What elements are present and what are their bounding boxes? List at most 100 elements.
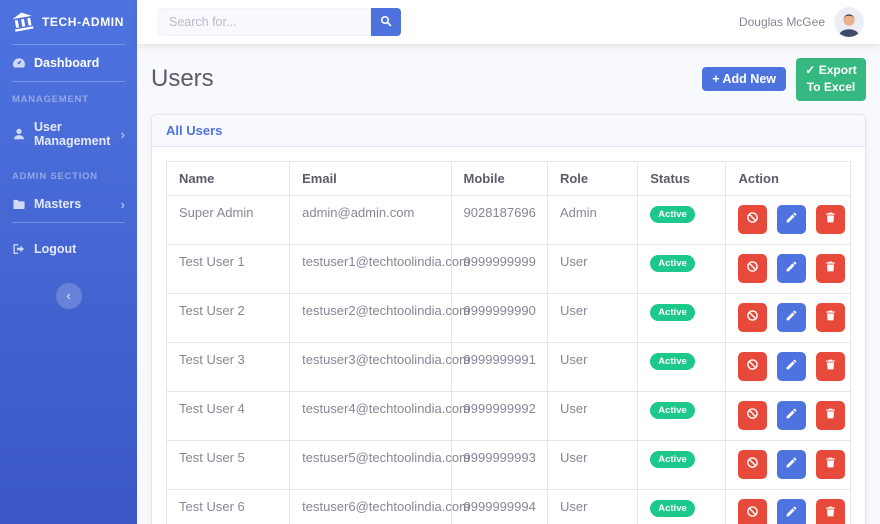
edit-user-button[interactable] bbox=[777, 253, 807, 283]
delete-user-button[interactable] bbox=[815, 449, 845, 479]
col-header-action: Action bbox=[725, 160, 851, 196]
cell-action bbox=[725, 194, 851, 245]
edit-user-button[interactable] bbox=[777, 302, 807, 332]
sidebar-item-dashboard[interactable]: Dashboard bbox=[0, 45, 137, 81]
ban-icon bbox=[746, 309, 759, 325]
cell-name: Test User 2 bbox=[165, 292, 291, 343]
cell-action bbox=[725, 488, 851, 524]
cell-status: Active bbox=[637, 390, 727, 441]
sidebar-item-label: Masters bbox=[34, 197, 82, 211]
chevron-right-icon: › bbox=[120, 126, 125, 142]
block-user-button[interactable] bbox=[738, 204, 768, 234]
trash-icon bbox=[824, 505, 837, 521]
cell-mobile: 9999999999 bbox=[450, 243, 548, 294]
cell-email: testuser4@techtoolindia.com bbox=[289, 390, 470, 441]
tachometer-icon bbox=[12, 56, 26, 70]
sidebar-item-logout[interactable]: Logout bbox=[0, 231, 137, 267]
brand[interactable]: TECH-ADMIN bbox=[0, 0, 137, 44]
delete-user-button[interactable] bbox=[815, 351, 845, 381]
sidebar-item-label: User Management bbox=[34, 120, 111, 148]
cell-mobile: 9999999993 bbox=[450, 439, 548, 490]
search-input[interactable] bbox=[158, 8, 371, 36]
pencil-icon bbox=[785, 260, 798, 276]
search-icon bbox=[380, 15, 392, 30]
ban-icon bbox=[746, 456, 759, 472]
table-row: Test User 1 testuser1@techtoolindia.com … bbox=[165, 243, 851, 294]
delete-user-button[interactable] bbox=[815, 204, 845, 234]
search-button[interactable] bbox=[371, 8, 401, 36]
sidebar-item-masters[interactable]: Masters › bbox=[0, 186, 137, 222]
folder-icon bbox=[12, 197, 26, 211]
edit-user-button[interactable] bbox=[777, 449, 807, 479]
bank-icon bbox=[12, 11, 34, 33]
edit-user-button[interactable] bbox=[777, 498, 807, 524]
cell-action bbox=[725, 243, 851, 294]
block-user-button[interactable] bbox=[738, 400, 768, 430]
sidebar-toggle-button[interactable]: ‹ bbox=[55, 283, 82, 309]
cell-status: Active bbox=[637, 341, 727, 392]
delete-user-button[interactable] bbox=[815, 253, 845, 283]
cell-name: Test User 4 bbox=[165, 390, 291, 441]
table-row: Test User 3 testuser3@techtoolindia.com … bbox=[165, 341, 851, 392]
sign-out-icon bbox=[12, 242, 26, 256]
sidebar-item-user-management[interactable]: User Management › bbox=[0, 109, 137, 159]
page-head: Users + Add New ✓ Export To Excel bbox=[151, 58, 866, 101]
block-user-button[interactable] bbox=[738, 253, 768, 283]
delete-user-button[interactable] bbox=[815, 302, 845, 332]
export-excel-button[interactable]: ✓ Export To Excel bbox=[796, 58, 866, 101]
status-badge: Active bbox=[650, 303, 695, 321]
trash-icon bbox=[824, 260, 837, 276]
cell-email: testuser2@techtoolindia.com bbox=[289, 292, 470, 343]
check-icon: ✓ bbox=[805, 63, 816, 77]
status-badge: Active bbox=[650, 499, 695, 517]
trash-icon bbox=[824, 358, 837, 374]
add-new-label: Add New bbox=[722, 72, 776, 87]
add-new-button[interactable]: + Add New bbox=[702, 67, 786, 92]
edit-user-button[interactable] bbox=[777, 204, 807, 234]
cell-mobile: 9999999991 bbox=[450, 341, 548, 392]
cell-action bbox=[725, 390, 851, 441]
sidebar-item-label: Logout bbox=[34, 242, 77, 256]
page-title: Users bbox=[151, 65, 214, 93]
ban-icon bbox=[746, 505, 759, 521]
col-header-status: Status bbox=[637, 160, 727, 196]
table-row: Test User 6 testuser6@techtoolindia.com … bbox=[165, 488, 851, 524]
ban-icon bbox=[746, 211, 759, 227]
cell-action bbox=[725, 341, 851, 392]
status-badge: Active bbox=[650, 352, 695, 370]
block-user-button[interactable] bbox=[738, 449, 768, 479]
sidebar-divider bbox=[12, 222, 125, 223]
cell-mobile: 9999999994 bbox=[450, 488, 548, 524]
cell-role: User bbox=[546, 439, 639, 490]
col-header-role: Role bbox=[546, 160, 639, 196]
trash-icon bbox=[824, 407, 837, 423]
delete-user-button[interactable] bbox=[815, 498, 845, 524]
cell-action bbox=[725, 292, 851, 343]
cell-role: User bbox=[546, 390, 639, 441]
edit-user-button[interactable] bbox=[777, 351, 807, 381]
card-body: Name Email Mobile Role Status Action Sup… bbox=[152, 147, 865, 524]
block-user-button[interactable] bbox=[738, 498, 768, 524]
user-menu[interactable]: Douglas McGee bbox=[739, 7, 864, 37]
card-title: All Users bbox=[152, 114, 865, 147]
pencil-icon bbox=[785, 211, 798, 227]
search-form bbox=[158, 8, 401, 36]
cell-status: Active bbox=[637, 439, 727, 490]
ban-icon bbox=[746, 260, 759, 276]
cell-email: testuser3@techtoolindia.com bbox=[289, 341, 470, 392]
pencil-icon bbox=[785, 505, 798, 521]
block-user-button[interactable] bbox=[738, 351, 768, 381]
trash-icon bbox=[824, 211, 837, 227]
topbar: Douglas McGee bbox=[137, 0, 880, 44]
sidebar-heading-admin-section: ADMIN SECTION bbox=[12, 171, 98, 182]
cell-role: User bbox=[546, 292, 639, 343]
block-user-button[interactable] bbox=[738, 302, 768, 332]
edit-user-button[interactable] bbox=[777, 400, 807, 430]
brand-text: TECH-ADMIN bbox=[42, 15, 124, 29]
chevron-left-icon: ‹ bbox=[66, 288, 71, 303]
delete-user-button[interactable] bbox=[815, 400, 845, 430]
pencil-icon bbox=[785, 407, 798, 423]
cell-email: admin@admin.com bbox=[289, 194, 452, 245]
cell-status: Active bbox=[637, 243, 727, 294]
trash-icon bbox=[824, 309, 837, 325]
